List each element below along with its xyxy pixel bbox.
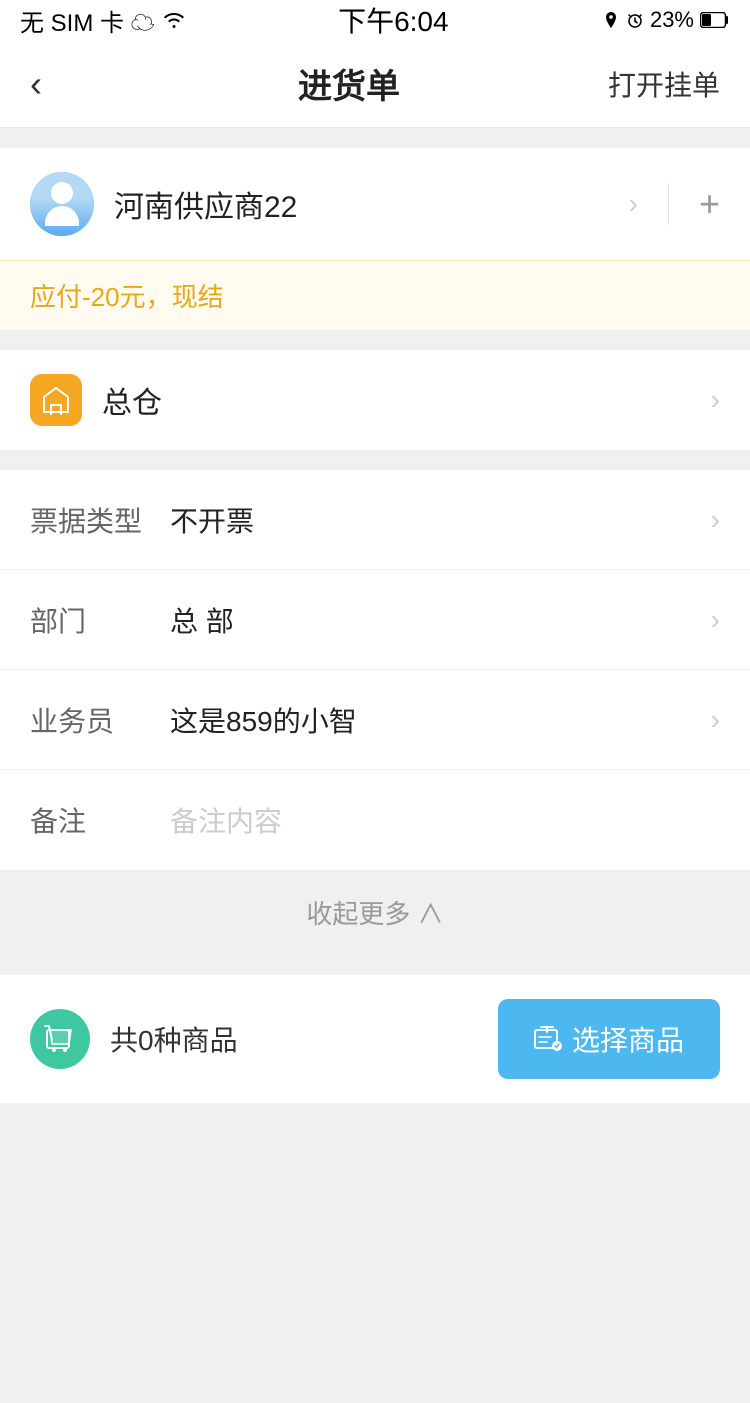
wifi-icon (163, 12, 185, 28)
nav-bar: ‹ 进货单 打开挂单 (0, 40, 750, 128)
remark-row[interactable]: 备注 备注内容 (0, 770, 750, 870)
open-pending-button[interactable]: 打开挂单 (608, 64, 720, 104)
invoice-type-label: 票据类型 (30, 500, 150, 540)
cart-icon (43, 1022, 77, 1056)
invoice-chevron-icon: › (711, 504, 720, 536)
supplier-controls: › + (629, 183, 720, 225)
warehouse-name: 总仓 (102, 378, 711, 422)
dept-chevron-icon: › (711, 604, 720, 636)
location-icon (602, 11, 620, 29)
remark-label: 备注 (30, 800, 150, 840)
remark-input[interactable]: 备注内容 (150, 800, 720, 840)
back-button[interactable]: ‹ (30, 63, 90, 105)
collapse-section: 收起更多 ∧ (0, 870, 750, 955)
status-left: 无 SIM 卡 ☁ (20, 3, 185, 38)
warehouse-section: 总仓 › (0, 350, 750, 450)
warehouse-icon (30, 374, 82, 426)
page-background (0, 1103, 750, 1403)
collapse-button[interactable]: 收起更多 ∧ (306, 894, 443, 931)
warehouse-chevron-icon: › (711, 384, 720, 416)
sim-label: 无 SIM 卡 ☁ (20, 3, 155, 38)
supplier-notice: 应付-20元，现结 (0, 260, 750, 330)
warehouse-row[interactable]: 总仓 › (0, 350, 750, 450)
dept-label: 部门 (30, 600, 150, 640)
status-time: 下午6:04 (338, 0, 449, 40)
form-section: 票据类型 不开票 › 部门 总 部 › 业务员 这是859的小智 › 备注 备注… (0, 470, 750, 870)
product-section: 共0种商品 选择商品 (0, 975, 750, 1103)
product-count-label: 共0种商品 (110, 1019, 478, 1059)
select-product-icon (534, 1026, 562, 1052)
select-product-label: 选择商品 (572, 1019, 684, 1059)
invoice-type-value: 不开票 (150, 500, 711, 540)
add-supplier-button[interactable]: + (668, 183, 720, 225)
supplier-avatar (30, 172, 94, 236)
section-gap-1 (0, 128, 750, 148)
dept-row[interactable]: 部门 总 部 › (0, 570, 750, 670)
supplier-section: 河南供应商22 › + 应付-20元，现结 (0, 148, 750, 330)
salesperson-value: 这是859的小智 (150, 700, 711, 740)
house-icon (41, 385, 71, 415)
supplier-name: 河南供应商22 (114, 182, 629, 226)
salesperson-row[interactable]: 业务员 这是859的小智 › (0, 670, 750, 770)
alarm-icon (626, 11, 644, 29)
supplier-chevron-icon: › (629, 188, 638, 220)
supplier-row[interactable]: 河南供应商22 › + (0, 148, 750, 260)
salesperson-chevron-icon: › (711, 704, 720, 736)
salesperson-label: 业务员 (30, 700, 150, 740)
product-icon (30, 1009, 90, 1069)
battery-label: 23% (650, 7, 694, 33)
page-title: 进货单 (298, 59, 400, 108)
select-product-button[interactable]: 选择商品 (498, 999, 720, 1079)
status-bar: 无 SIM 卡 ☁ 下午6:04 23% (0, 0, 750, 40)
invoice-type-row[interactable]: 票据类型 不开票 › (0, 470, 750, 570)
status-right: 23% (602, 7, 730, 33)
battery-icon (700, 12, 730, 28)
dept-value: 总 部 (150, 600, 711, 640)
